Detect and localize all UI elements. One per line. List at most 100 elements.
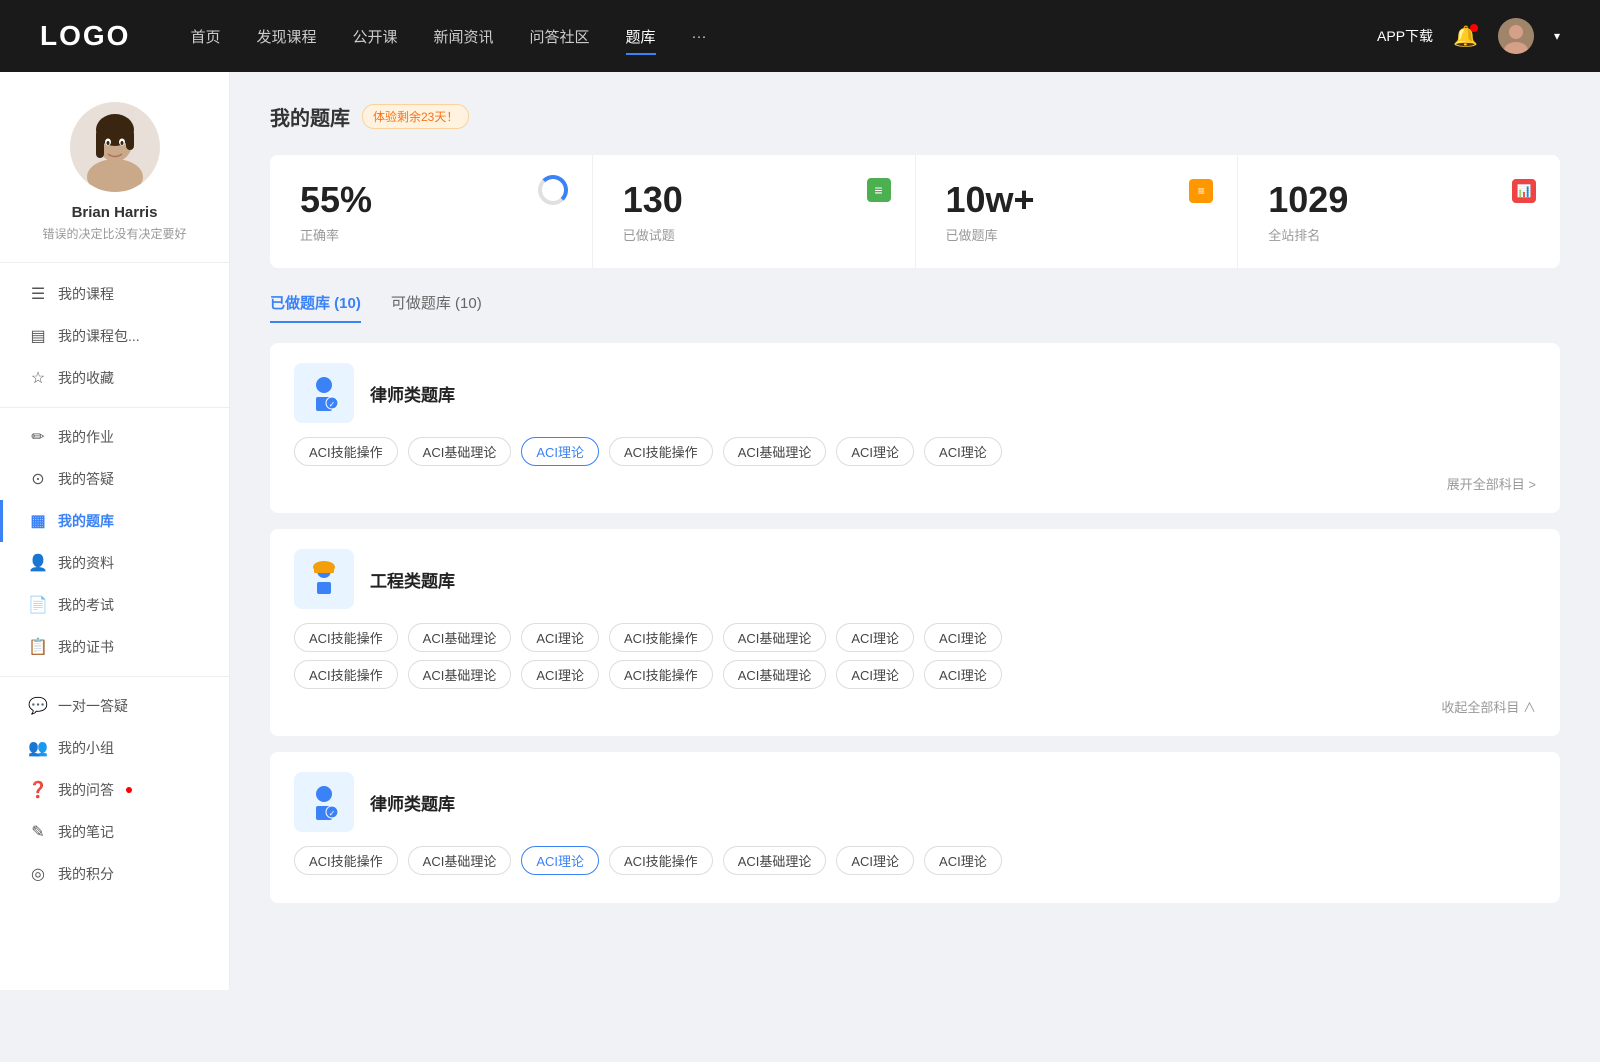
stat-rank: 1029 全站排名 📊 — [1238, 155, 1560, 268]
tag-3-4[interactable]: ACI基础理论 — [723, 846, 827, 875]
sidebar-item-bank[interactable]: ▦ 我的题库 — [0, 500, 229, 542]
nav-news[interactable]: 新闻资讯 — [434, 22, 494, 51]
bank-icon: ▦ — [28, 511, 48, 531]
stat-rank-label: 全站排名 — [1268, 225, 1320, 244]
certificate-icon: 📋 — [28, 637, 48, 657]
tag-3-3[interactable]: ACI技能操作 — [609, 846, 713, 875]
tag-1-6[interactable]: ACI理论 — [924, 437, 1002, 466]
tag-2-2[interactable]: ACI理论 — [521, 623, 599, 652]
sidebar-item-profile[interactable]: 👤 我的资料 — [0, 542, 229, 584]
tag-1-4[interactable]: ACI基础理论 — [723, 437, 827, 466]
tag-2-r2-5[interactable]: ACI理论 — [836, 660, 914, 689]
stat-accuracy: 55% 正确率 — [270, 155, 593, 268]
nav-open[interactable]: 公开课 — [352, 22, 397, 51]
course-icon: ☰ — [28, 284, 48, 304]
myqa-icon: ❓ — [28, 780, 48, 800]
sidebar-item-favorites[interactable]: ☆ 我的收藏 — [0, 357, 229, 399]
doc-stat-icon: ≡ — [867, 175, 891, 202]
sidebar-item-certificate[interactable]: 📋 我的证书 — [0, 626, 229, 668]
favorites-icon: ☆ — [28, 368, 48, 388]
sidebar-item-course[interactable]: ☰ 我的课程 — [0, 273, 229, 315]
tag-2-4[interactable]: ACI基础理论 — [723, 623, 827, 652]
stat-accuracy-number: 55% — [300, 179, 372, 221]
sidebar-item-1on1[interactable]: 💬 一对一答疑 — [0, 685, 229, 727]
tag-3-2[interactable]: ACI理论 — [521, 846, 599, 875]
bell-icon[interactable]: 🔔 — [1453, 24, 1478, 49]
bank-2-tags-row2: ACI技能操作 ACI基础理论 ACI理论 ACI技能操作 ACI基础理论 AC… — [294, 660, 1536, 689]
app-download[interactable]: APP下载 — [1377, 26, 1433, 46]
bank-card-engineer: 工程类题库 ACI技能操作 ACI基础理论 ACI理论 ACI技能操作 ACI基… — [270, 529, 1560, 736]
trial-badge: 体验剩余23天！ — [362, 104, 469, 129]
tag-2-3[interactable]: ACI技能操作 — [609, 623, 713, 652]
lawyer-2-icon: ✓ — [294, 772, 354, 832]
tag-2-5[interactable]: ACI理论 — [836, 623, 914, 652]
tag-3-5[interactable]: ACI理论 — [836, 846, 914, 875]
nav-discover[interactable]: 发现课程 — [256, 22, 316, 51]
notes-icon: ✎ — [28, 822, 48, 842]
nav-qa[interactable]: 问答社区 — [530, 22, 590, 51]
tag-1-0[interactable]: ACI技能操作 — [294, 437, 398, 466]
sidebar-item-myqa[interactable]: ❓ 我的问答 — [0, 769, 229, 811]
tabs-bar: 已做题库 (10) 可做题库 (10) — [270, 292, 1560, 323]
bank-card-2-header: 工程类题库 — [294, 549, 1536, 609]
group-icon: 👥 — [28, 738, 48, 758]
tag-2-r2-6[interactable]: ACI理论 — [924, 660, 1002, 689]
nav-more[interactable]: ··· — [692, 24, 707, 49]
tag-2-0[interactable]: ACI技能操作 — [294, 623, 398, 652]
collapse-bank-2[interactable]: 收起全部科目 ∧ — [294, 697, 1536, 716]
package-icon: ▤ — [28, 326, 48, 346]
tag-2-r2-1[interactable]: ACI基础理论 — [408, 660, 512, 689]
tag-1-2[interactable]: ACI理论 — [521, 437, 599, 466]
sidebar-item-group[interactable]: 👥 我的小组 — [0, 727, 229, 769]
expand-bank-1[interactable]: 展开全部科目 > — [294, 474, 1536, 493]
main-content: 我的题库 体验剩余23天！ 55% 正确率 130 已做试题 ≡ — [230, 72, 1600, 990]
myqa-dot — [126, 787, 132, 793]
page-title: 我的题库 — [270, 102, 350, 131]
sidebar-menu: ☰ 我的课程 ▤ 我的课程包... ☆ 我的收藏 ✏ 我的作业 ⊙ 我的答疑 ▦ — [0, 273, 229, 895]
tag-2-6[interactable]: ACI理论 — [924, 623, 1002, 652]
user-avatar[interactable] — [1498, 18, 1534, 54]
tag-3-6[interactable]: ACI理论 — [924, 846, 1002, 875]
page-header: 我的题库 体验剩余23天！ — [270, 102, 1560, 131]
tag-2-r2-3[interactable]: ACI技能操作 — [609, 660, 713, 689]
bank-3-tags: ACI技能操作 ACI基础理论 ACI理论 ACI技能操作 ACI基础理论 AC… — [294, 846, 1536, 875]
stat-done-questions: 130 已做试题 ≡ — [593, 155, 916, 268]
tag-1-3[interactable]: ACI技能操作 — [609, 437, 713, 466]
nav-home[interactable]: 首页 — [190, 22, 220, 51]
navbar-right: APP下载 🔔 ▾ — [1377, 18, 1560, 54]
stat-done-banks-label: 已做题库 — [946, 225, 998, 244]
tag-1-1[interactable]: ACI基础理论 — [408, 437, 512, 466]
profile-avatar — [70, 102, 160, 192]
sidebar: Brian Harris 错误的决定比没有决定要好 ☰ 我的课程 ▤ 我的课程包… — [0, 72, 230, 990]
sidebar-item-homework[interactable]: ✏ 我的作业 — [0, 416, 229, 458]
svg-text:✓: ✓ — [329, 400, 336, 409]
bank-card-3-header: ✓ 律师类题库 — [294, 772, 1536, 832]
page-layout: Brian Harris 错误的决定比没有决定要好 ☰ 我的课程 ▤ 我的课程包… — [0, 72, 1600, 990]
tab-done[interactable]: 已做题库 (10) — [270, 292, 361, 323]
nav-bank[interactable]: 题库 — [626, 22, 656, 51]
sidebar-divider-1 — [0, 407, 229, 408]
sidebar-item-qa[interactable]: ⊙ 我的答疑 — [0, 458, 229, 500]
sidebar-item-points[interactable]: ◎ 我的积分 — [0, 853, 229, 895]
sidebar-item-notes[interactable]: ✎ 我的笔记 — [0, 811, 229, 853]
sidebar-item-exam[interactable]: 📄 我的考试 — [0, 584, 229, 626]
tag-2-1[interactable]: ACI基础理论 — [408, 623, 512, 652]
bank-card-lawyer-1: ✓ 律师类题库 ACI技能操作 ACI基础理论 ACI理论 ACI技能操作 AC… — [270, 343, 1560, 513]
tag-2-r2-4[interactable]: ACI基础理论 — [723, 660, 827, 689]
user-chevron[interactable]: ▾ — [1554, 29, 1560, 43]
tag-2-r2-0[interactable]: ACI技能操作 — [294, 660, 398, 689]
stat-rank-number: 1029 — [1268, 179, 1348, 221]
stat-done-banks: 10w+ 已做题库 ≡ — [916, 155, 1239, 268]
tag-1-5[interactable]: ACI理论 — [836, 437, 914, 466]
homework-icon: ✏ — [28, 427, 48, 447]
donut-icon — [538, 175, 568, 211]
sidebar-item-package[interactable]: ▤ 我的课程包... — [0, 315, 229, 357]
tab-todo[interactable]: 可做题库 (10) — [391, 292, 482, 323]
bank-3-title: 律师类题库 — [370, 790, 455, 815]
exam-icon: 📄 — [28, 595, 48, 615]
profile-motto: 错误的决定比没有决定要好 — [20, 225, 209, 242]
tag-3-1[interactable]: ACI基础理论 — [408, 846, 512, 875]
tag-3-0[interactable]: ACI技能操作 — [294, 846, 398, 875]
tag-2-r2-2[interactable]: ACI理论 — [521, 660, 599, 689]
logo[interactable]: LOGO — [40, 20, 130, 52]
